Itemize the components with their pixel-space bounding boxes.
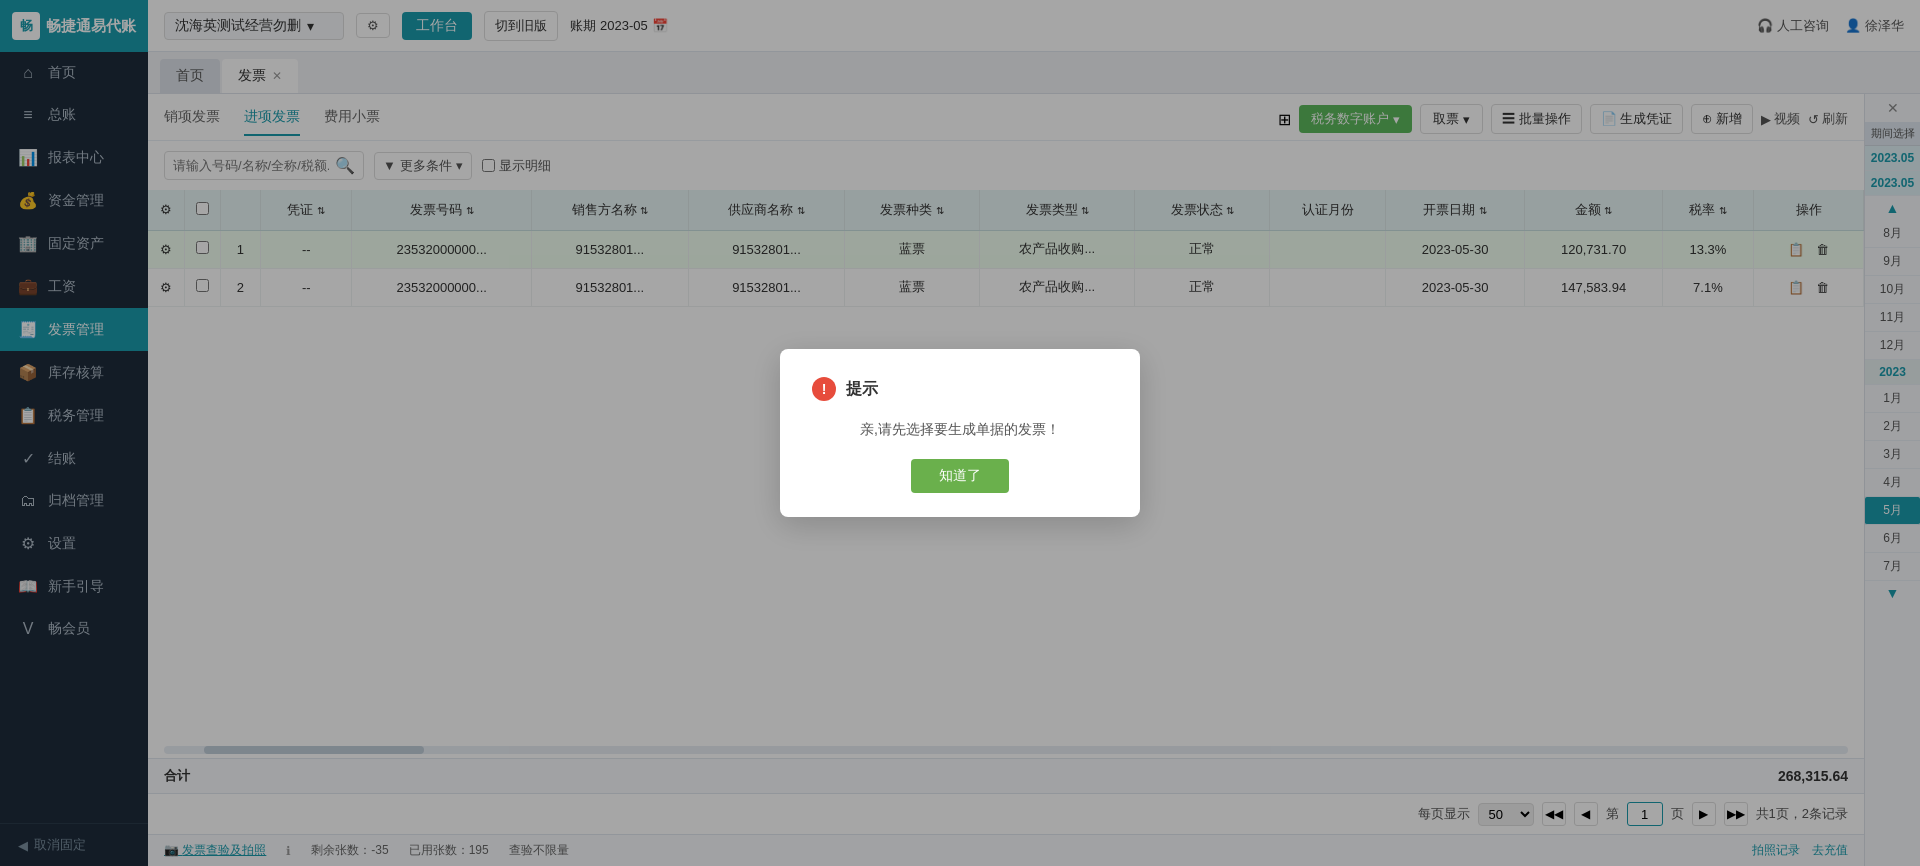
modal-dialog: ! 提示 亲,请先选择要生成单据的发票！ 知道了 bbox=[780, 349, 1140, 517]
modal-body: 亲,请先选择要生成单据的发票！ bbox=[812, 417, 1108, 443]
modal-confirm-button[interactable]: 知道了 bbox=[911, 459, 1009, 493]
modal-footer: 知道了 bbox=[812, 459, 1108, 493]
modal-title: 提示 bbox=[846, 379, 878, 400]
modal-overlay[interactable]: ! 提示 亲,请先选择要生成单据的发票！ 知道了 bbox=[0, 0, 1920, 866]
warning-icon: ! bbox=[812, 377, 836, 401]
modal-title-row: ! 提示 bbox=[812, 377, 1108, 401]
